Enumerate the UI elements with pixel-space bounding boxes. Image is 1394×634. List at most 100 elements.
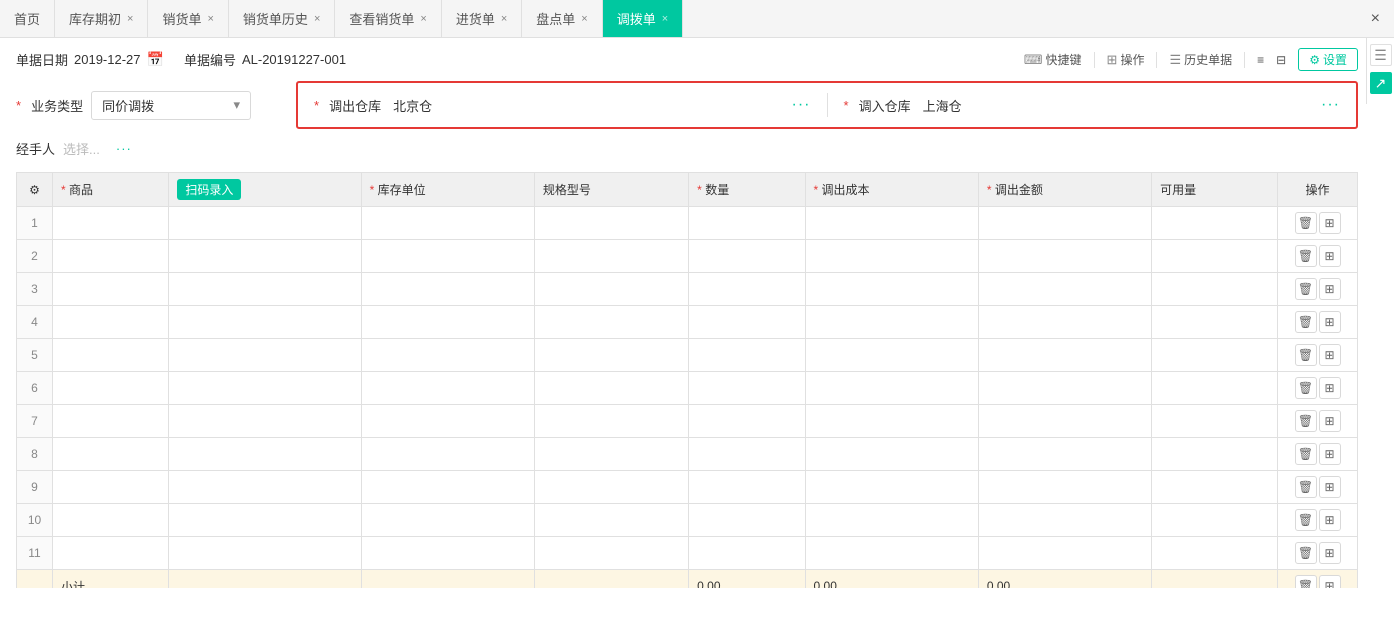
product-cell[interactable] [53, 306, 169, 339]
setting-button[interactable]: ⚙ 设置 [1298, 48, 1358, 71]
copy-icon[interactable]: ⊞ [1319, 377, 1341, 399]
tab-transfer[interactable]: 调拨单 × [603, 0, 683, 37]
copy-icon[interactable]: ⊞ [1319, 542, 1341, 564]
amount-cell [805, 273, 978, 306]
tab-transfer-label: 调拨单 [617, 9, 656, 28]
amount-cell [805, 537, 978, 570]
spec-cell [361, 372, 534, 405]
window-close-button[interactable]: × [1357, 0, 1394, 37]
biz-type-select[interactable]: 同价调拨 ▾ [91, 91, 251, 120]
delete-icon[interactable]: 🗑 [1295, 410, 1317, 432]
subtotal-cost: 0.00 [805, 570, 978, 589]
tab-stocktake[interactable]: 盘点单 × [522, 0, 602, 37]
shortcut-action[interactable]: ⌨ 快捷键 [1024, 51, 1082, 68]
product-cell[interactable] [53, 504, 169, 537]
product-cell[interactable] [53, 438, 169, 471]
copy-icon[interactable]: ⊞ [1319, 443, 1341, 465]
amount-cell [805, 405, 978, 438]
layout-action-2[interactable]: ⊟ [1276, 53, 1286, 67]
handler-more-btn[interactable]: ··· [116, 141, 132, 156]
product-cell[interactable] [53, 537, 169, 570]
spec-cell [361, 306, 534, 339]
copy-icon[interactable]: ⊞ [1319, 245, 1341, 267]
amount-cell [805, 240, 978, 273]
delete-icon[interactable]: 🗑 [1295, 245, 1317, 267]
spec-cell [361, 471, 534, 504]
qty-cell [534, 339, 688, 372]
copy-icon[interactable]: ⊞ [1319, 278, 1341, 300]
row-num: 6 [17, 372, 53, 405]
copy-icon[interactable]: ⊞ [1319, 410, 1341, 432]
row-num: 3 [17, 273, 53, 306]
right-panel-expand-icon[interactable]: ↗ [1370, 72, 1392, 94]
col-cost-label: 调出成本 [822, 183, 870, 197]
product-cell[interactable] [53, 372, 169, 405]
delete-icon[interactable]: 🗑 [1295, 212, 1317, 234]
copy-icon[interactable]: ⊞ [1319, 344, 1341, 366]
copy-icon[interactable]: ⊞ [1319, 311, 1341, 333]
tab-check-sales-label: 查看销货单 [349, 9, 414, 28]
unit-cell [169, 438, 361, 471]
delete-icon[interactable]: 🗑 [1295, 509, 1317, 531]
tab-sales-history[interactable]: 销货单历史 × [229, 0, 335, 37]
tab-inventory-init[interactable]: 库存期初 × [55, 0, 148, 37]
delete-icon[interactable]: 🗑 [1295, 443, 1317, 465]
doc-no-value: AL-20191227-001 [242, 52, 346, 67]
warehouse-out-field: * 调出仓库 北京仓 ··· [314, 96, 811, 115]
copy-icon[interactable]: ⊞ [1319, 212, 1341, 234]
product-cell[interactable] [53, 339, 169, 372]
copy-icon[interactable]: ⊞ [1319, 509, 1341, 531]
scan-button[interactable]: 扫码录入 [177, 179, 241, 200]
subtotal-empty-3 [534, 570, 688, 589]
tab-stocktake-close[interactable]: × [581, 13, 587, 25]
handler-placeholder[interactable]: 选择... [63, 139, 100, 158]
tab-check-sales-close[interactable]: × [420, 13, 426, 25]
spec-cell [361, 537, 534, 570]
copy-icon[interactable]: ⊞ [1319, 476, 1341, 498]
shortcut-icon: ⌨ [1024, 52, 1043, 68]
product-cell[interactable] [53, 273, 169, 306]
calendar-icon[interactable]: 📅 [147, 51, 164, 68]
col-settings[interactable]: ⚙ [17, 173, 53, 207]
delete-icon[interactable]: 🗑 [1295, 311, 1317, 333]
handler-label: 经手人 [16, 139, 55, 158]
spec-cell [361, 504, 534, 537]
product-cell[interactable] [53, 471, 169, 504]
delete-icon[interactable]: 🗑 [1295, 278, 1317, 300]
delete-icon[interactable]: 🗑 [1295, 542, 1317, 564]
available-cell [978, 273, 1151, 306]
tab-check-sales[interactable]: 查看销货单 × [335, 0, 441, 37]
tab-sales-order[interactable]: 销货单 × [148, 0, 228, 37]
delete-icon[interactable]: 🗑 [1295, 476, 1317, 498]
product-cell[interactable] [53, 405, 169, 438]
tab-inventory-init-close[interactable]: × [127, 13, 133, 25]
tab-purchase[interactable]: 进货单 × [442, 0, 522, 37]
tab-sales-history-close[interactable]: × [314, 13, 320, 25]
right-panel-list-icon[interactable]: ☰ [1370, 44, 1392, 66]
tab-home[interactable]: 首页 [0, 0, 55, 37]
divider-1 [1094, 52, 1095, 68]
layout-action-1[interactable]: ≡ [1257, 53, 1264, 67]
col-product: * 商品 [53, 173, 169, 207]
product-cell[interactable] [53, 207, 169, 240]
product-cell[interactable] [53, 240, 169, 273]
ops-action[interactable]: ⊞ 操作 [1107, 51, 1145, 68]
history-action[interactable]: ☰ 历史单据 [1169, 51, 1232, 68]
spec-cell [361, 405, 534, 438]
unit-cell [169, 471, 361, 504]
cost-cell [689, 504, 805, 537]
subtotal-copy-icon[interactable]: ⊞ [1319, 575, 1341, 588]
subtotal-delete-icon[interactable]: 🗑 [1295, 575, 1317, 588]
tab-sales-order-close[interactable]: × [207, 13, 213, 25]
layout-icon-2: ⊟ [1276, 53, 1286, 67]
delete-icon[interactable]: 🗑 [1295, 377, 1317, 399]
tab-purchase-label: 进货单 [456, 9, 495, 28]
spec-cell [361, 273, 534, 306]
cost-required: * [814, 183, 819, 197]
tab-transfer-close[interactable]: × [662, 13, 668, 25]
warehouse-out-more-btn[interactable]: ··· [792, 96, 811, 114]
cost-cell [689, 405, 805, 438]
delete-icon[interactable]: 🗑 [1295, 344, 1317, 366]
warehouse-in-more-btn[interactable]: ··· [1321, 96, 1340, 114]
tab-purchase-close[interactable]: × [501, 13, 507, 25]
